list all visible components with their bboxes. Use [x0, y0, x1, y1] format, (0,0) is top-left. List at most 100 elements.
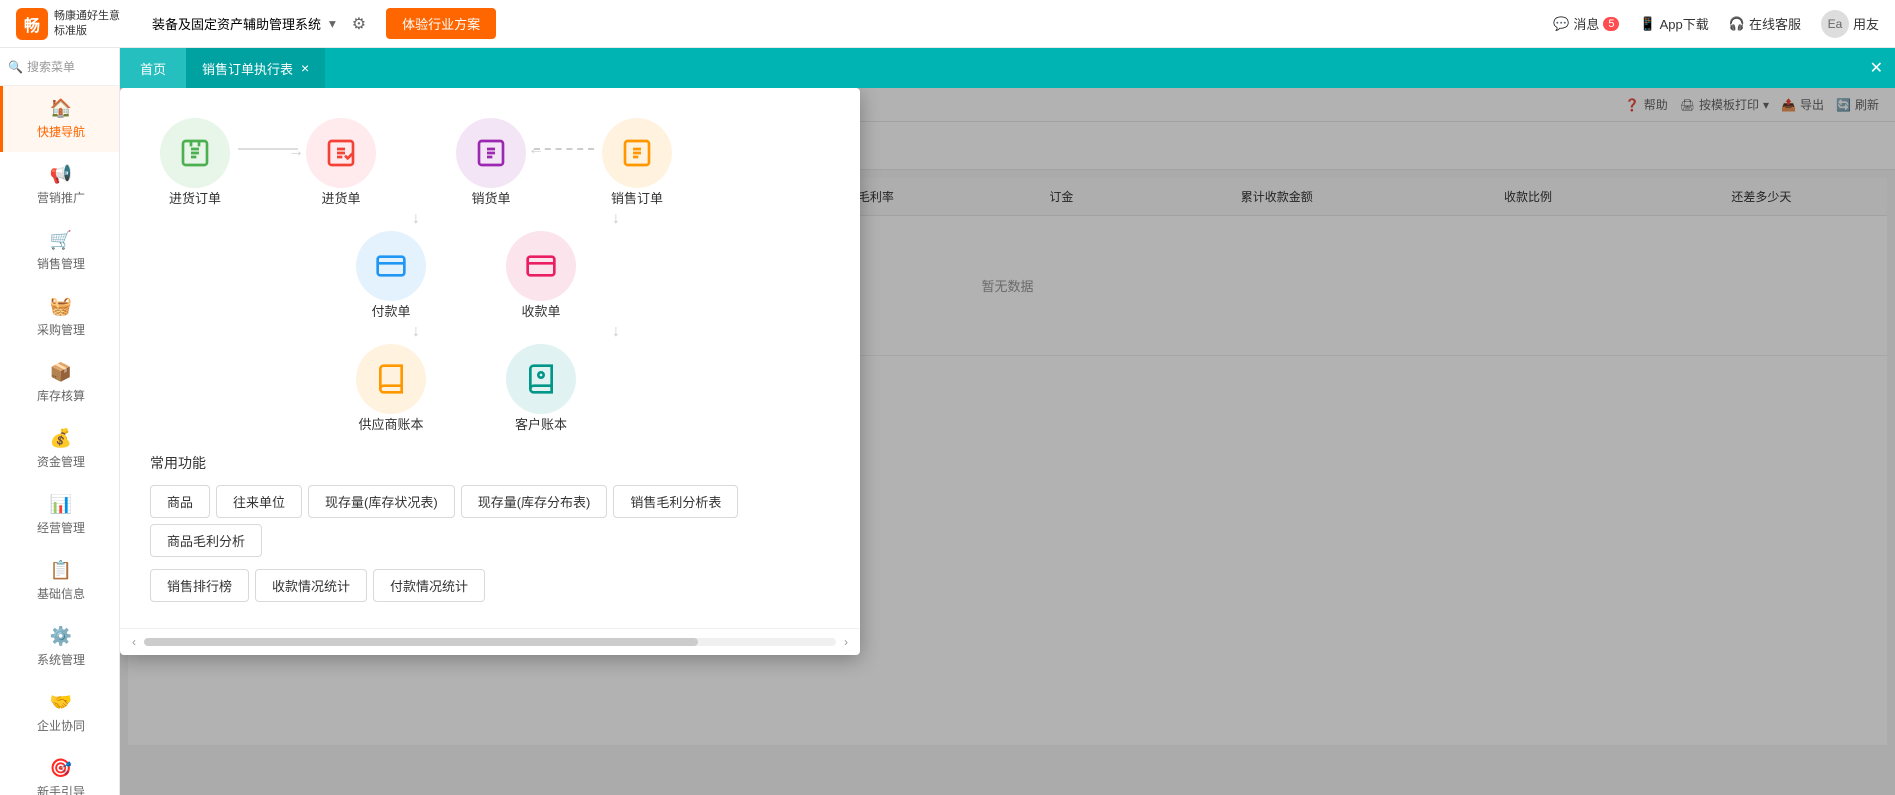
sales-bill-node: 销货单 — [456, 118, 526, 207]
sidebar-item-sales[interactable]: 🛒 销售管理 — [0, 218, 119, 284]
content-area: ❓ 帮助 🖨 按模板打印 ▾ 📤 导出 🔄 刷新 — [120, 88, 1895, 795]
operations-icon: 📊 — [50, 494, 72, 515]
app-download-label: App下载 — [1660, 14, 1709, 33]
sidebar-label-newbie: 新手引导 — [37, 783, 85, 795]
common-functions-title: 常用功能 — [150, 453, 830, 473]
sidebar-item-enterprise[interactable]: 🤝 企业协同 — [0, 680, 119, 746]
newbie-icon: 🎯 — [50, 758, 72, 779]
finance-icon: 💰 — [50, 428, 72, 449]
search-label: 搜索菜单 — [27, 58, 75, 75]
message-item[interactable]: 💬 消息 5 — [1553, 14, 1619, 33]
function-buttons-row2: 销售排行榜 收款情况统计 付款情况统计 — [150, 569, 830, 608]
sales-bill-icon — [456, 118, 526, 188]
system-icon: ⚙️ — [50, 626, 72, 647]
tab-home-label: 首页 — [140, 59, 166, 78]
modal-scrollbar: ‹ › — [120, 628, 860, 655]
tab-bar: 首页 销售订单执行表 × ✕ — [120, 48, 1895, 88]
purchase-order-icon — [160, 118, 230, 188]
logo-area: 畅 畅康通好生意 标准版 — [16, 8, 136, 40]
payment-bill-node: 付款单 — [356, 231, 426, 320]
settings-gear-btn[interactable]: ⚙ — [352, 14, 366, 34]
sidebar-item-purchase[interactable]: 🧺 采购管理 — [0, 284, 119, 350]
func-btn-product-profit[interactable]: 商品毛利分析 — [150, 524, 262, 557]
basic-info-icon: 📋 — [50, 560, 72, 581]
sidebar-item-newbie[interactable]: 🎯 新手引导 — [0, 746, 119, 795]
online-service-label: 在线客服 — [1749, 14, 1801, 33]
scroll-right-btn[interactable]: › — [844, 635, 848, 649]
func-btn-counterpart[interactable]: 往来单位 — [216, 485, 302, 518]
payment-bill-label: 付款单 — [371, 301, 410, 320]
func-btn-payment-stats[interactable]: 付款情况统计 — [373, 569, 485, 602]
avatar: Ea — [1821, 10, 1849, 38]
scroll-left-btn[interactable]: ‹ — [132, 635, 136, 649]
app-download-item[interactable]: 📱 App下载 — [1639, 14, 1708, 33]
receipt-bill-node: 收款单 — [506, 231, 576, 320]
sidebar-item-operations[interactable]: 📊 经营管理 — [0, 482, 119, 548]
supplier-ledger-icon — [356, 344, 426, 414]
tab-close-button[interactable]: × — [301, 61, 309, 75]
quick-nav-modal: 进货订单 → — [120, 88, 860, 655]
func-btn-stock-dist[interactable]: 现存量(库存分布表) — [461, 485, 608, 518]
function-buttons-row1: 商品 往来单位 现存量(库存状况表) 现存量(库存分布表) 销售毛利分析表 商品… — [150, 485, 830, 563]
system-name: 装备及固定资产辅助管理系统 — [152, 14, 321, 33]
enterprise-icon: 🤝 — [50, 692, 72, 713]
logo-text: 畅康通好生意 标准版 — [54, 9, 120, 38]
system-dropdown-btn[interactable]: ▾ — [329, 16, 336, 32]
func-btn-product[interactable]: 商品 — [150, 485, 210, 518]
func-btn-stock-status[interactable]: 现存量(库存状况表) — [308, 485, 455, 518]
receipt-bill-label: 收款单 — [521, 301, 560, 320]
system-title-area: 装备及固定资产辅助管理系统 ▾ ⚙ 体验行业方案 — [152, 8, 1553, 39]
sidebar-item-inventory[interactable]: 📦 库存核算 — [0, 350, 119, 416]
tab-sales-order-exec[interactable]: 销售订单执行表 × — [186, 48, 325, 88]
trial-button[interactable]: 体验行业方案 — [386, 8, 496, 39]
sales-order-node: 销售订单 — [602, 118, 672, 207]
supplier-ledger-node: 供应商账本 — [356, 344, 426, 433]
purchase-bill-node: 进货单 — [306, 118, 376, 207]
sidebar-label-sales: 销售管理 — [37, 255, 85, 272]
header-right: 💬 消息 5 📱 App下载 🎧 在线客服 Ea 用友 — [1553, 10, 1879, 38]
sidebar-label-inventory: 库存核算 — [37, 387, 85, 404]
customer-ledger-node: 客户账本 — [506, 344, 576, 433]
func-btn-sales-profit[interactable]: 销售毛利分析表 — [613, 485, 738, 518]
sidebar-item-quick-nav[interactable]: 🏠 快捷导航 — [0, 86, 119, 152]
message-badge: 5 — [1603, 17, 1619, 31]
sales-bill-label: 销货单 — [471, 188, 510, 207]
sales-order-icon — [602, 118, 672, 188]
tab-close-all-btn[interactable]: ✕ — [1858, 48, 1895, 88]
func-btn-receipt-stats[interactable]: 收款情况统计 — [255, 569, 367, 602]
inventory-icon: 📦 — [50, 362, 72, 383]
message-icon: 💬 — [1553, 16, 1569, 32]
sidebar-label-purchase: 采购管理 — [37, 321, 85, 338]
purchase-bill-label: 进货单 — [321, 188, 360, 207]
search-icon: 🔍 — [8, 60, 23, 74]
sidebar-label-enterprise: 企业协同 — [37, 717, 85, 734]
user-label: 用友 — [1853, 14, 1879, 33]
user-item[interactable]: Ea 用友 — [1821, 10, 1879, 38]
service-icon: 🎧 — [1729, 16, 1745, 32]
purchase-icon: 🧺 — [50, 296, 72, 317]
sidebar-label-operations: 经营管理 — [37, 519, 85, 536]
sidebar-item-system[interactable]: ⚙️ 系统管理 — [0, 614, 119, 680]
sidebar-item-marketing[interactable]: 📢 营销推广 — [0, 152, 119, 218]
sidebar-label-finance: 资金管理 — [37, 453, 85, 470]
sales-order-label: 销售订单 — [611, 188, 663, 207]
modal-overlay: 进货订单 → — [120, 88, 1895, 795]
sidebar-label-system: 系统管理 — [37, 651, 85, 668]
tab-sales-label: 销售订单执行表 — [202, 59, 293, 78]
func-btn-sales-rank[interactable]: 销售排行榜 — [150, 569, 249, 602]
scrollbar-thumb — [144, 638, 698, 646]
sidebar-item-finance[interactable]: 💰 资金管理 — [0, 416, 119, 482]
scrollbar-track[interactable] — [144, 638, 836, 646]
sidebar-search[interactable]: 🔍 搜索菜单 — [0, 48, 119, 86]
customer-ledger-icon — [506, 344, 576, 414]
tab-home[interactable]: 首页 — [120, 48, 186, 88]
receipt-bill-icon — [506, 231, 576, 301]
online-service-item[interactable]: 🎧 在线客服 — [1729, 14, 1801, 33]
sidebar-item-basic-info[interactable]: 📋 基础信息 — [0, 548, 119, 614]
payment-bill-icon — [356, 231, 426, 301]
purchase-order-label: 进货订单 — [169, 188, 221, 207]
flow-diagram: 进货订单 → — [120, 88, 860, 453]
phone-icon: 📱 — [1639, 16, 1655, 32]
main-content: 首页 销售订单执行表 × ✕ ❓ 帮助 🖨 按模板打印 ▾ — [120, 48, 1895, 795]
logo-icon: 畅 — [16, 8, 48, 40]
